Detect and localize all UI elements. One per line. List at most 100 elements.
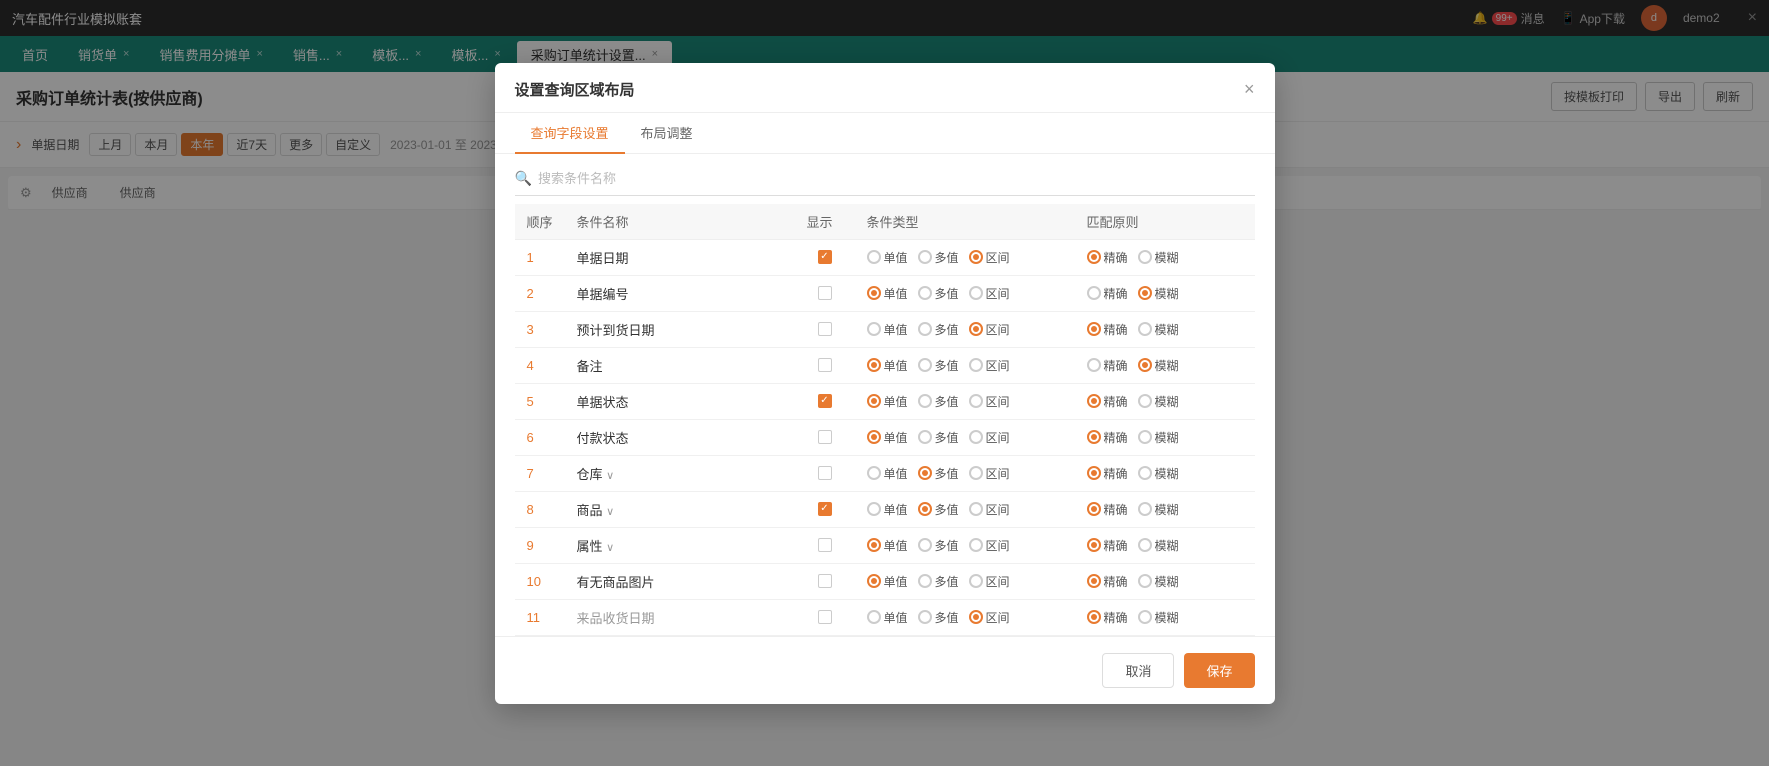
match-fuzzy-option[interactable]: 模糊 <box>1138 249 1179 266</box>
cell-display[interactable] <box>795 419 855 455</box>
type-range-option[interactable]: 区间 <box>969 357 1010 374</box>
type-multi-option[interactable]: 多值 <box>918 609 959 626</box>
type-range-option[interactable]: 区间 <box>969 321 1010 338</box>
match-exact-option[interactable]: 精确 <box>1087 465 1128 482</box>
modal-close-btn[interactable]: × <box>1244 80 1255 98</box>
display-checkbox-wrap[interactable] <box>807 502 843 516</box>
match-fuzzy-option[interactable]: 模糊 <box>1138 537 1179 554</box>
type-single-radio[interactable] <box>867 538 881 552</box>
type-range-radio[interactable] <box>969 466 983 480</box>
match-fuzzy-option[interactable]: 模糊 <box>1138 609 1179 626</box>
display-checkbox-wrap[interactable] <box>807 286 843 300</box>
match-fuzzy-radio[interactable] <box>1138 394 1152 408</box>
cell-display[interactable] <box>795 311 855 347</box>
search-input[interactable] <box>538 171 738 186</box>
type-multi-radio[interactable] <box>918 394 932 408</box>
save-button[interactable]: 保存 <box>1184 653 1254 688</box>
type-multi-option[interactable]: 多值 <box>918 465 959 482</box>
cell-display[interactable] <box>795 491 855 527</box>
tab-layout-adjust[interactable]: 布局调整 <box>625 113 709 154</box>
type-range-radio[interactable] <box>969 394 983 408</box>
type-range-radio[interactable] <box>969 538 983 552</box>
match-exact-option[interactable]: 精确 <box>1087 285 1128 302</box>
match-exact-radio[interactable] <box>1087 394 1101 408</box>
cell-display[interactable] <box>795 275 855 311</box>
match-exact-radio[interactable] <box>1087 286 1101 300</box>
type-single-radio[interactable] <box>867 286 881 300</box>
type-multi-radio[interactable] <box>918 502 932 516</box>
type-multi-radio[interactable] <box>918 286 932 300</box>
type-single-radio[interactable] <box>867 358 881 372</box>
type-multi-radio[interactable] <box>918 358 932 372</box>
type-single-option[interactable]: 单值 <box>867 249 908 266</box>
type-multi-option[interactable]: 多值 <box>918 429 959 446</box>
type-range-option[interactable]: 区间 <box>969 573 1010 590</box>
display-checkbox[interactable] <box>818 358 832 372</box>
match-exact-radio[interactable] <box>1087 538 1101 552</box>
cell-display[interactable] <box>795 383 855 419</box>
type-multi-option[interactable]: 多值 <box>918 573 959 590</box>
match-exact-radio[interactable] <box>1087 322 1101 336</box>
type-range-option[interactable]: 区间 <box>969 537 1010 554</box>
type-range-option[interactable]: 区间 <box>969 465 1010 482</box>
match-fuzzy-radio[interactable] <box>1138 322 1152 336</box>
match-fuzzy-radio[interactable] <box>1138 430 1152 444</box>
type-multi-option[interactable]: 多值 <box>918 249 959 266</box>
type-multi-option[interactable]: 多值 <box>918 537 959 554</box>
type-range-radio[interactable] <box>969 502 983 516</box>
display-checkbox-wrap[interactable] <box>807 322 843 336</box>
type-range-radio[interactable] <box>969 358 983 372</box>
tab-field-settings[interactable]: 查询字段设置 <box>515 113 625 154</box>
match-fuzzy-radio[interactable] <box>1138 502 1152 516</box>
display-checkbox[interactable] <box>818 286 832 300</box>
match-fuzzy-radio[interactable] <box>1138 538 1152 552</box>
type-single-radio[interactable] <box>867 394 881 408</box>
display-checkbox-wrap[interactable] <box>807 538 843 552</box>
match-exact-option[interactable]: 精确 <box>1087 609 1128 626</box>
match-exact-radio[interactable] <box>1087 502 1101 516</box>
match-exact-radio[interactable] <box>1087 610 1101 624</box>
display-checkbox[interactable] <box>818 466 832 480</box>
type-multi-radio[interactable] <box>918 538 932 552</box>
display-checkbox-wrap[interactable] <box>807 610 843 624</box>
type-range-option[interactable]: 区间 <box>969 501 1010 518</box>
match-fuzzy-option[interactable]: 模糊 <box>1138 573 1179 590</box>
type-multi-radio[interactable] <box>918 610 932 624</box>
cell-display[interactable] <box>795 239 855 275</box>
match-fuzzy-option[interactable]: 模糊 <box>1138 393 1179 410</box>
display-checkbox[interactable] <box>818 394 832 408</box>
cell-display[interactable] <box>795 527 855 563</box>
type-range-option[interactable]: 区间 <box>969 429 1010 446</box>
match-fuzzy-option[interactable]: 模糊 <box>1138 357 1179 374</box>
display-checkbox[interactable] <box>818 250 832 264</box>
type-multi-radio[interactable] <box>918 466 932 480</box>
type-single-radio[interactable] <box>867 610 881 624</box>
type-range-option[interactable]: 区间 <box>969 285 1010 302</box>
display-checkbox-wrap[interactable] <box>807 466 843 480</box>
match-fuzzy-radio[interactable] <box>1138 250 1152 264</box>
match-exact-radio[interactable] <box>1087 574 1101 588</box>
cell-display[interactable] <box>795 563 855 599</box>
type-single-option[interactable]: 单值 <box>867 465 908 482</box>
type-range-radio[interactable] <box>969 574 983 588</box>
type-multi-option[interactable]: 多值 <box>918 285 959 302</box>
type-single-option[interactable]: 单值 <box>867 501 908 518</box>
type-multi-option[interactable]: 多值 <box>918 357 959 374</box>
match-exact-option[interactable]: 精确 <box>1087 321 1128 338</box>
type-multi-option[interactable]: 多值 <box>918 501 959 518</box>
match-fuzzy-option[interactable]: 模糊 <box>1138 465 1179 482</box>
display-checkbox[interactable] <box>818 610 832 624</box>
type-range-radio[interactable] <box>969 286 983 300</box>
match-fuzzy-radio[interactable] <box>1138 358 1152 372</box>
type-single-option[interactable]: 单值 <box>867 393 908 410</box>
display-checkbox[interactable] <box>818 430 832 444</box>
match-exact-option[interactable]: 精确 <box>1087 393 1128 410</box>
display-checkbox-wrap[interactable] <box>807 358 843 372</box>
type-single-option[interactable]: 单值 <box>867 537 908 554</box>
match-exact-option[interactable]: 精确 <box>1087 249 1128 266</box>
type-single-radio[interactable] <box>867 430 881 444</box>
match-fuzzy-radio[interactable] <box>1138 574 1152 588</box>
cell-display[interactable] <box>795 347 855 383</box>
type-multi-radio[interactable] <box>918 322 932 336</box>
type-single-radio[interactable] <box>867 322 881 336</box>
